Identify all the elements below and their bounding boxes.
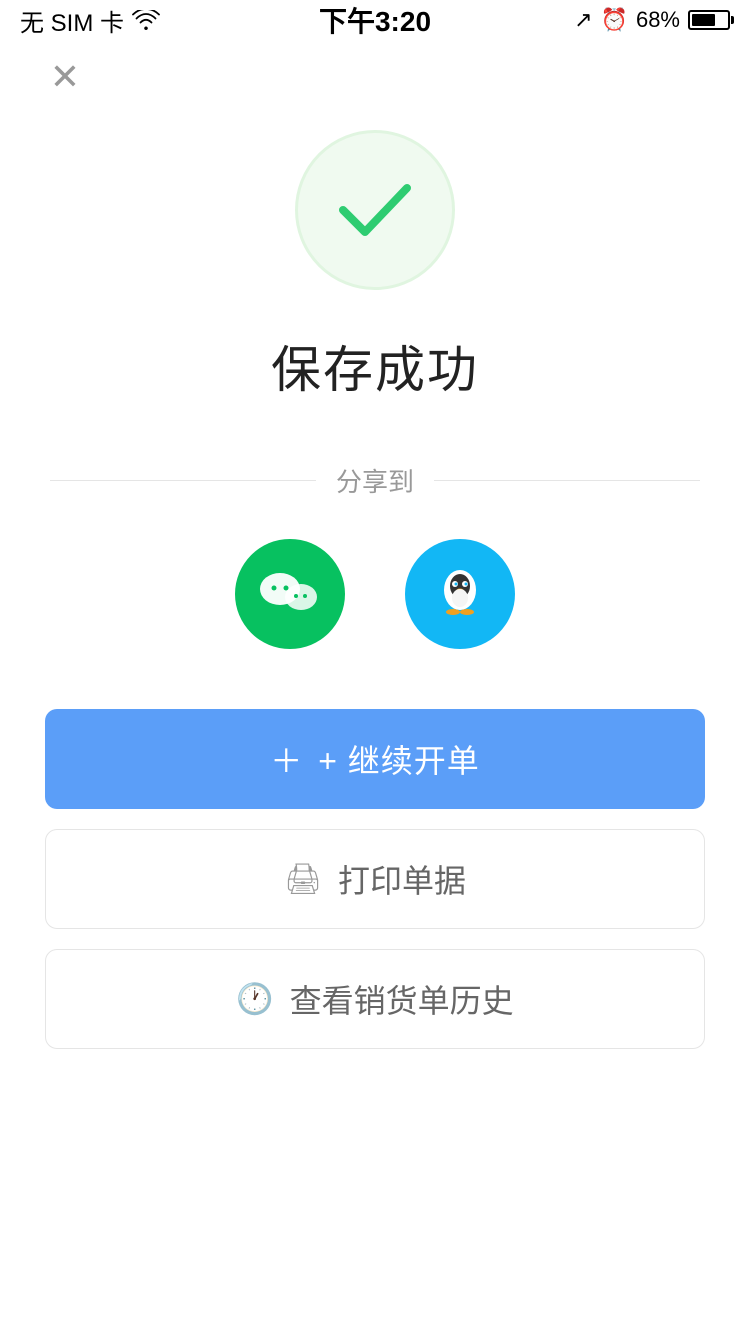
print-button[interactable]: 🖨 打印单据	[45, 829, 705, 929]
close-button[interactable]: ✕	[40, 52, 90, 102]
plus-icon: ＋	[270, 736, 302, 782]
history-label: 查看销货单历史	[290, 976, 514, 1022]
qq-share-button[interactable]	[405, 539, 515, 649]
action-buttons: ＋ + 继续开单 🖨 打印单据 🕐 查看销货单历史	[45, 709, 705, 1049]
share-line-left	[50, 480, 316, 481]
share-icons	[235, 539, 515, 649]
status-right: ↗ ⏰ 68%	[574, 7, 730, 33]
continue-button[interactable]: ＋ + 继续开单	[45, 709, 705, 809]
success-circle	[295, 130, 455, 290]
print-label: 打印单据	[338, 856, 466, 902]
status-left: 无 SIM 卡	[20, 3, 160, 38]
share-line-right	[434, 480, 700, 481]
close-icon: ✕	[50, 56, 80, 98]
clock-icon: 🕐	[236, 982, 273, 1017]
history-button[interactable]: 🕐 查看销货单历史	[45, 949, 705, 1049]
checkmark-icon	[335, 180, 415, 240]
wechat-share-button[interactable]	[235, 539, 345, 649]
qq-icon	[430, 564, 490, 624]
success-title: 保存成功	[271, 330, 479, 402]
wechat-icon	[258, 567, 323, 622]
share-divider: 分享到	[50, 462, 700, 499]
location-icon: ↗	[574, 7, 592, 33]
status-bar: 无 SIM 卡 下午3:20 ↗ ⏰ 68%	[0, 0, 750, 40]
battery-percent: 68%	[636, 7, 680, 33]
main-content: 保存成功 分享到	[0, 40, 750, 1049]
wifi-icon	[132, 10, 160, 30]
alarm-icon: ⏰	[601, 7, 628, 33]
status-time: 下午3:20	[319, 0, 431, 40]
print-icon: 🖨	[284, 862, 322, 897]
no-sim-label: 无 SIM 卡	[20, 3, 124, 38]
continue-label: + 继续开单	[318, 736, 480, 782]
battery-icon	[688, 10, 730, 30]
share-label: 分享到	[336, 462, 414, 499]
